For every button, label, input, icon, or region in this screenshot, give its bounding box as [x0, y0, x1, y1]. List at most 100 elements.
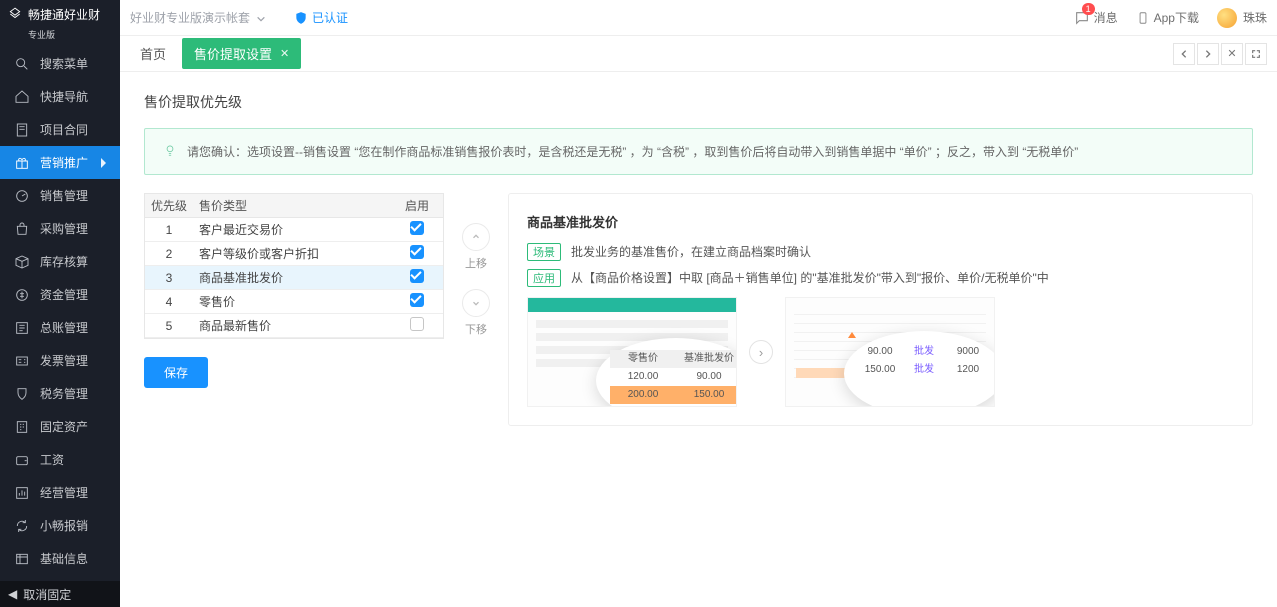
nav-marketing[interactable]: 营销推广	[0, 146, 120, 179]
nav-assets[interactable]: 固定资产	[0, 410, 120, 443]
nav-invoice[interactable]: 发票管理	[0, 344, 120, 377]
arrow-left-icon: ◀	[8, 587, 17, 601]
tab-prev-button[interactable]	[1173, 43, 1195, 65]
row-enable[interactable]	[391, 317, 443, 334]
bulb-icon	[163, 143, 177, 160]
messages-button[interactable]: 消息 1	[1074, 9, 1118, 26]
bubble-right: 90.00批发9000 150.00批发1200	[844, 331, 995, 407]
bub-h1: 零售价	[610, 350, 676, 368]
row-type: 客户等级价或客户折扣	[193, 245, 391, 262]
checkbox-icon[interactable]	[410, 245, 424, 259]
checkbox-icon[interactable]	[410, 293, 424, 307]
tab-active[interactable]: 售价提取设置 ✕	[182, 38, 301, 69]
table-row[interactable]: 2客户等级价或客户折扣	[145, 242, 443, 266]
user-menu[interactable]: 珠珠	[1217, 8, 1267, 28]
nav-salary[interactable]: 工资	[0, 443, 120, 476]
tab-home[interactable]: 首页	[130, 38, 176, 69]
move-down-button[interactable]: 下移	[462, 289, 490, 337]
pin-label: 取消固定	[23, 586, 71, 603]
bub-cell: 批发	[902, 361, 946, 379]
messages-label: 消息	[1094, 9, 1118, 26]
nav-quick[interactable]: 快捷导航	[0, 80, 120, 113]
nav-label: 固定资产	[40, 418, 88, 435]
nav-basic[interactable]: 基础信息	[0, 542, 120, 575]
messages-badge: 1	[1082, 3, 1095, 15]
bub-cell: 150.00	[676, 386, 737, 404]
checkbox-icon[interactable]	[410, 317, 424, 331]
detail-title: 商品基准批发价	[527, 212, 1234, 231]
chevron-down-icon	[256, 13, 266, 23]
tenant-selector[interactable]: 好业财专业版演示帐套	[130, 9, 266, 26]
row-enable[interactable]	[391, 221, 443, 238]
close-icon[interactable]: ✕	[280, 47, 289, 60]
nav-reimburse[interactable]: 小畅报销	[0, 509, 120, 542]
tab-next-button[interactable]	[1197, 43, 1219, 65]
row-idx: 5	[145, 319, 193, 333]
fullscreen-button[interactable]	[1245, 43, 1267, 65]
brand-edition: 专业版	[0, 28, 120, 43]
ledger-icon	[14, 320, 30, 336]
box-icon	[14, 254, 30, 270]
col-header-enable: 启用	[391, 197, 443, 214]
nav-label: 工资	[40, 451, 64, 468]
nav-label: 发票管理	[40, 352, 88, 369]
nav-label: 库存核算	[40, 253, 88, 270]
tip-text: 请您确认：选项设置--销售设置 “您在制作商品标准销售报价表时，是含税还是无税”…	[187, 143, 1078, 160]
checkbox-icon[interactable]	[410, 269, 424, 283]
bub-cell: 9000	[946, 343, 990, 361]
topbar: 好业财专业版演示帐套 已认证 消息 1 App下载 珠珠	[120, 0, 1277, 36]
bub-cell: 批发	[902, 343, 946, 361]
nav-inventory[interactable]: 库存核算	[0, 245, 120, 278]
nav-tax[interactable]: 税务管理	[0, 377, 120, 410]
avatar-icon	[1217, 8, 1237, 28]
tab-active-label: 售价提取设置	[194, 44, 272, 63]
bub-h2: 基准批发价	[676, 350, 737, 368]
bub-cell: 150.00	[858, 361, 902, 379]
nav-purchase[interactable]: 采购管理	[0, 212, 120, 245]
row-idx: 2	[145, 247, 193, 261]
move-up-button[interactable]: 上移	[462, 223, 490, 271]
list-icon	[14, 551, 30, 567]
tenant-name: 好业财专业版演示帐套	[130, 9, 250, 26]
row-enable[interactable]	[391, 245, 443, 262]
nav-ledger[interactable]: 总账管理	[0, 311, 120, 344]
nav-label: 项目合同	[40, 121, 88, 138]
row-idx: 4	[145, 295, 193, 309]
table-row[interactable]: 4零售价	[145, 290, 443, 314]
gift-icon	[14, 155, 30, 171]
nav-label: 营销推广	[40, 154, 88, 171]
scene-text: 批发业务的基准售价，在建立商品档案时确认	[571, 243, 811, 261]
nav-label: 快捷导航	[40, 88, 88, 105]
row-enable[interactable]	[391, 293, 443, 310]
apply-tag: 应用	[527, 269, 561, 287]
wallet-icon	[14, 452, 30, 468]
nav-sales[interactable]: 销售管理	[0, 179, 120, 212]
bub-cell: 1200	[946, 361, 990, 379]
pin-toggle[interactable]: ◀ 取消固定	[0, 581, 120, 607]
nav-label: 经营管理	[40, 484, 88, 501]
save-button[interactable]: 保存	[144, 357, 208, 388]
receipt-icon	[14, 353, 30, 369]
nav-label: 税务管理	[40, 385, 88, 402]
page-title: 售价提取优先级	[144, 92, 1253, 112]
nav-label: 资金管理	[40, 286, 88, 303]
refresh-icon	[14, 518, 30, 534]
detail-panel: 商品基准批发价 场景批发业务的基准售价，在建立商品档案时确认 应用从【商品价格设…	[508, 193, 1253, 426]
brand-name: 畅捷通好业财	[28, 6, 100, 23]
home-icon	[14, 89, 30, 105]
apply-text: 从【商品价格设置】中取 [商品＋销售单位] 的"基准批发价"带入到"报价、单价/…	[571, 269, 1049, 287]
nav-project[interactable]: 项目合同	[0, 113, 120, 146]
nav-operation[interactable]: 经营管理	[0, 476, 120, 509]
table-row[interactable]: 1客户最近交易价	[145, 218, 443, 242]
table-row[interactable]: 5商品最新售价	[145, 314, 443, 338]
table-row-selected[interactable]: 3商品基准批发价	[145, 266, 443, 290]
app-download-button[interactable]: App下载	[1136, 9, 1199, 26]
row-enable[interactable]	[391, 269, 443, 286]
nav-funds[interactable]: 资金管理	[0, 278, 120, 311]
illustration-right: 单价 90.00批发9000 150.00批发1200	[785, 297, 995, 407]
bub-cell: 90.00	[676, 368, 737, 386]
row-idx: 1	[145, 223, 193, 237]
nav-search[interactable]: 搜索菜单	[0, 47, 120, 80]
tab-close-all-button[interactable]: ✕	[1221, 43, 1243, 65]
checkbox-icon[interactable]	[410, 221, 424, 235]
